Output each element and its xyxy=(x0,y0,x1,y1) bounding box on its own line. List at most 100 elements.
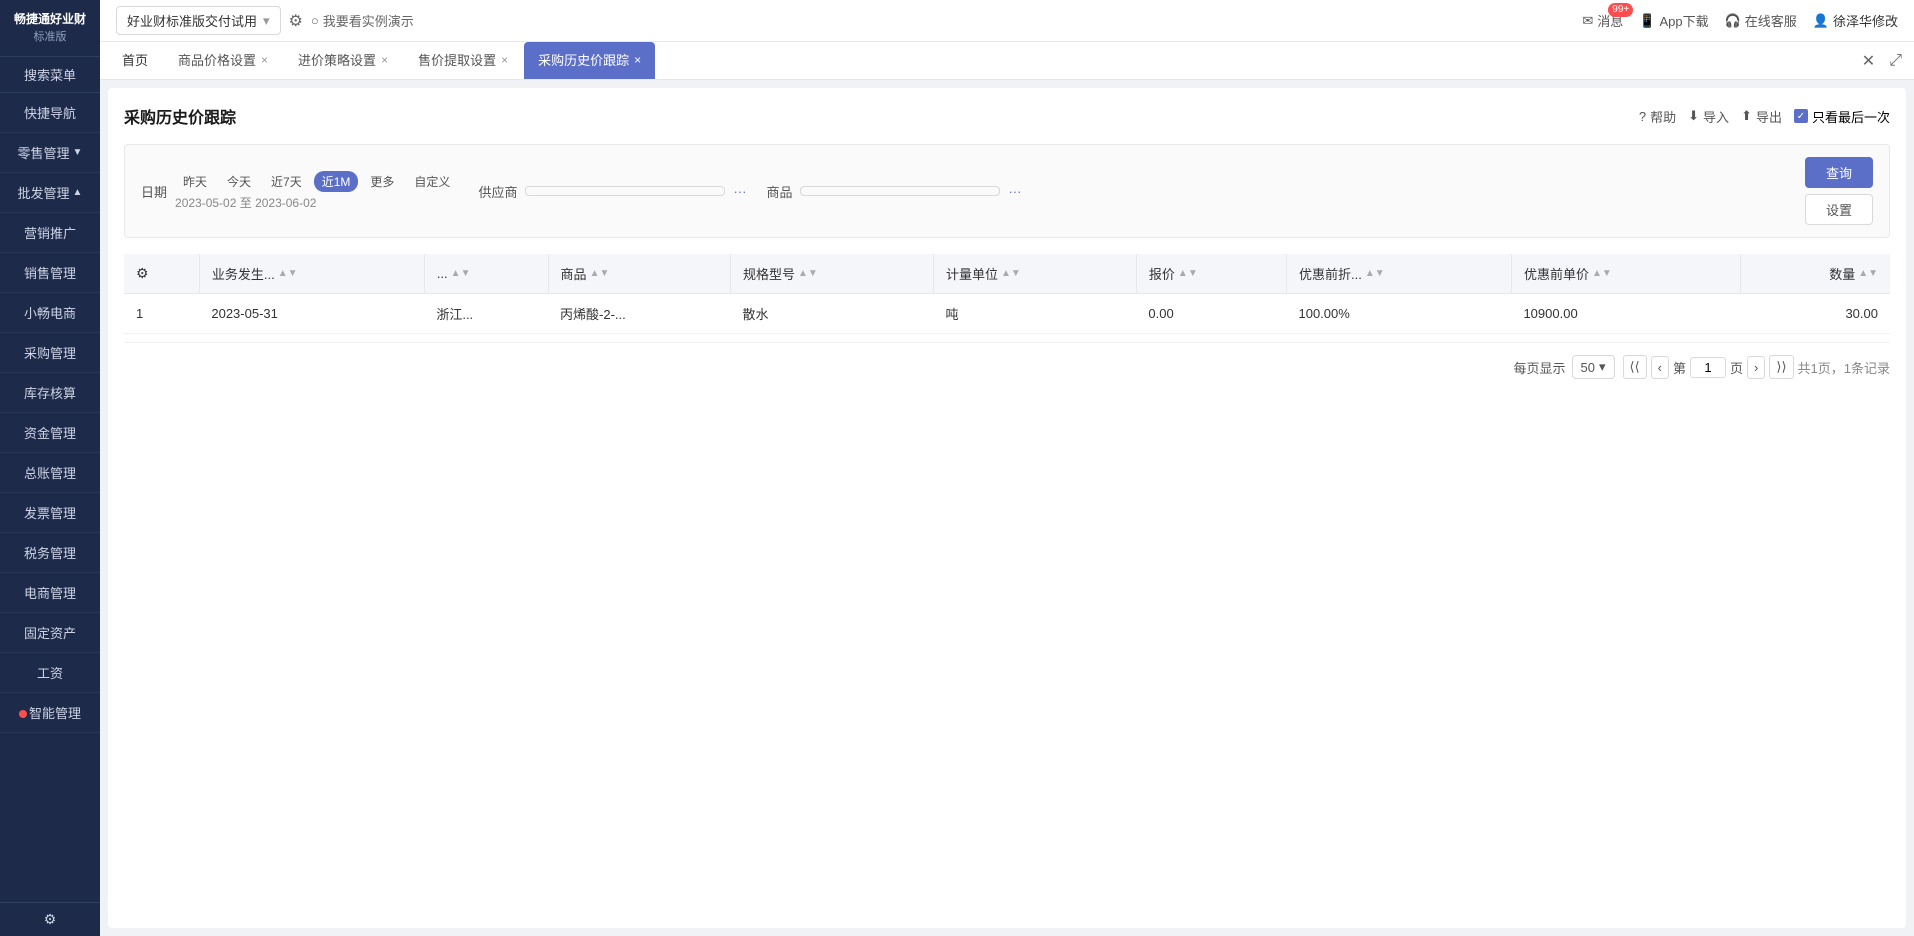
sort-icon: ▲▼ xyxy=(1858,269,1878,279)
sidebar-item-smart[interactable]: 智能管理 xyxy=(0,693,100,733)
top-bar-right: ✉ 消息 99+ 📱 App下载 🎧 在线客服 👤 徐泽华修改 xyxy=(1582,11,1898,30)
app-download-button[interactable]: 📱 App下载 xyxy=(1639,11,1708,30)
date-option-more[interactable]: 更多 xyxy=(362,171,402,192)
cell-more: 浙江... xyxy=(424,294,548,334)
sidebar-item-retail[interactable]: 零售管理 ▼ xyxy=(0,133,100,173)
sidebar-settings-button[interactable]: ⚙ xyxy=(0,902,100,936)
sort-icon: ▲▼ xyxy=(590,269,610,279)
filter-settings-button[interactable]: 设置 xyxy=(1805,194,1873,225)
sidebar-logo: 畅捷通好业财 标准版 xyxy=(0,0,100,57)
close-tab-price[interactable]: × xyxy=(261,53,268,67)
page-header: 采购历史价跟踪 ? 帮助 ⬇ 导入 ⬆ 导出 ✓ xyxy=(124,104,1890,128)
table-row: 1 2023-05-31 浙江... 丙烯酸-2-... 散水 吨 0.00 1… xyxy=(124,294,1890,334)
last-page-button[interactable]: ⟩⟩ xyxy=(1769,355,1793,379)
close-tab-button[interactable]: ✕ xyxy=(1858,49,1879,73)
th-gear[interactable]: ⚙ xyxy=(124,254,199,294)
date-option-yesterday[interactable]: 昨天 xyxy=(175,171,215,192)
th-quote[interactable]: 报价 ▲▼ xyxy=(1136,254,1286,294)
chevron-down-icon: ▾ xyxy=(263,13,270,29)
top-bar-left: 好业财标准版交付试用 ▾ ⚙ ○ 我要看实例演示 xyxy=(116,6,414,35)
headset-icon: 🎧 xyxy=(1725,13,1741,29)
date-option-today[interactable]: 今天 xyxy=(219,171,259,192)
phone-icon: 📱 xyxy=(1639,13,1655,29)
page-navigation: ⟨⟨ ‹ 第 页 › ⟩⟩ 共1页，1条记录 xyxy=(1623,355,1891,379)
close-tab-sale-price[interactable]: × xyxy=(501,53,508,67)
th-biz-date[interactable]: 业务发生... ▲▼ xyxy=(199,254,424,294)
sidebar-item-marketing[interactable]: 营销推广 xyxy=(0,213,100,253)
th-pre-discount-price[interactable]: 优惠前单价 ▲▼ xyxy=(1511,254,1740,294)
version-label: 好业财标准版交付试用 xyxy=(127,11,257,30)
first-page-button[interactable]: ⟨⟨ xyxy=(1623,355,1647,379)
goods-input[interactable] xyxy=(800,186,1000,196)
prev-page-button[interactable]: ‹ xyxy=(1651,356,1669,379)
sidebar-item-purchase[interactable]: 采购管理 xyxy=(0,333,100,373)
date-option-last1m[interactable]: 近1M xyxy=(314,171,359,192)
sidebar-item-capital[interactable]: 资金管理 xyxy=(0,413,100,453)
tab-history-price[interactable]: 采购历史价跟踪 × xyxy=(524,42,655,79)
date-option-custom[interactable]: 自定义 xyxy=(406,171,458,192)
sidebar-item-inventory[interactable]: 库存核算 xyxy=(0,373,100,413)
close-tab-strategy[interactable]: × xyxy=(381,53,388,67)
help-button[interactable]: ? 帮助 xyxy=(1639,107,1676,126)
sidebar-search[interactable]: 搜索菜单 xyxy=(0,57,100,93)
th-discount[interactable]: 优惠前折... ▲▼ xyxy=(1286,254,1511,294)
sidebar-item-ledger[interactable]: 总账管理 xyxy=(0,453,100,493)
sort-icon: ▲▼ xyxy=(1365,269,1385,279)
sort-icon: ▲▼ xyxy=(1592,269,1612,279)
sidebar-item-invoice[interactable]: 发票管理 xyxy=(0,493,100,533)
page-content: 采购历史价跟踪 ? 帮助 ⬇ 导入 ⬆ 导出 ✓ xyxy=(108,88,1906,928)
version-selector[interactable]: 好业财标准版交付试用 ▾ xyxy=(116,6,281,35)
sidebar-item-ecom-small[interactable]: 小畅电商 xyxy=(0,293,100,333)
settings-icon[interactable]: ⚙ xyxy=(289,11,303,31)
page-number-input[interactable] xyxy=(1690,357,1726,378)
app-subtitle: 标准版 xyxy=(34,28,67,44)
supplier-input[interactable] xyxy=(525,186,725,196)
sort-icon: ▲▼ xyxy=(1178,269,1198,279)
cell-spec: 散水 xyxy=(731,294,934,334)
close-tab-history[interactable]: × xyxy=(634,53,641,67)
goods-label: 商品 xyxy=(766,182,792,201)
th-goods[interactable]: 商品 ▲▼ xyxy=(548,254,730,294)
th-more[interactable]: ... ▲▼ xyxy=(424,254,548,294)
import-button[interactable]: ⬇ 导入 xyxy=(1688,107,1729,126)
tab-price[interactable]: 商品价格设置 × xyxy=(164,42,282,79)
date-option-last7[interactable]: 近7天 xyxy=(263,171,310,192)
sidebar-item-fixed[interactable]: 固定资产 xyxy=(0,613,100,653)
goods-filter-group: 商品 ··· xyxy=(766,182,1021,201)
per-page-select[interactable]: 50 ▾ xyxy=(1572,355,1615,379)
tab-bar: 首页 商品价格设置 × 进价策略设置 × 售价提取设置 × 采购历史价跟踪 × … xyxy=(100,42,1914,80)
export-icon: ⬆ xyxy=(1741,108,1752,124)
tab-home[interactable]: 首页 xyxy=(108,42,162,79)
page-title: 采购历史价跟踪 xyxy=(124,104,236,128)
sidebar-item-sales[interactable]: 销售管理 xyxy=(0,253,100,293)
sidebar-item-wholesale[interactable]: 批发管理 ▲ xyxy=(0,173,100,213)
th-qty[interactable]: 数量 ▲▼ xyxy=(1741,254,1890,294)
next-page-button[interactable]: › xyxy=(1747,356,1765,379)
only-last-checkbox[interactable]: ✓ 只看最后一次 xyxy=(1794,107,1890,126)
tab-sale-price[interactable]: 售价提取设置 × xyxy=(404,42,522,79)
sidebar-item-ecom[interactable]: 电商管理 xyxy=(0,573,100,613)
date-label: 日期 xyxy=(141,182,167,201)
expand-tab-button[interactable]: ⤢ xyxy=(1885,50,1906,72)
th-spec[interactable]: 规格型号 ▲▼ xyxy=(731,254,934,294)
demo-button[interactable]: ○ 我要看实例演示 xyxy=(311,11,414,30)
cell-goods: 丙烯酸-2-... xyxy=(548,294,730,334)
tab-purchase-strategy[interactable]: 进价策略设置 × xyxy=(284,42,402,79)
message-badge: 99+ xyxy=(1608,3,1633,17)
message-button[interactable]: ✉ 消息 99+ xyxy=(1582,11,1623,30)
export-button[interactable]: ⬆ 导出 xyxy=(1741,107,1782,126)
th-unit[interactable]: 计量单位 ▲▼ xyxy=(933,254,1136,294)
sidebar-item-tax[interactable]: 税务管理 xyxy=(0,533,100,573)
cell-unit: 吨 xyxy=(933,294,1136,334)
query-button[interactable]: 查询 xyxy=(1805,157,1873,188)
search-label: 搜索菜单 xyxy=(24,68,76,83)
data-table: ⚙ 业务发生... ▲▼ ... ▲▼ xyxy=(124,254,1890,334)
sidebar-quick-nav[interactable]: 快捷导航 xyxy=(0,93,100,133)
online-service-button[interactable]: 🎧 在线客服 xyxy=(1725,11,1797,30)
user-name: 徐泽华修改 xyxy=(1833,11,1898,30)
dot-icon xyxy=(19,710,27,718)
goods-more[interactable]: ··· xyxy=(1008,184,1021,199)
supplier-more[interactable]: ··· xyxy=(733,184,746,199)
sidebar-item-salary[interactable]: 工资 xyxy=(0,653,100,693)
user-profile-button[interactable]: 👤 徐泽华修改 xyxy=(1813,11,1898,30)
